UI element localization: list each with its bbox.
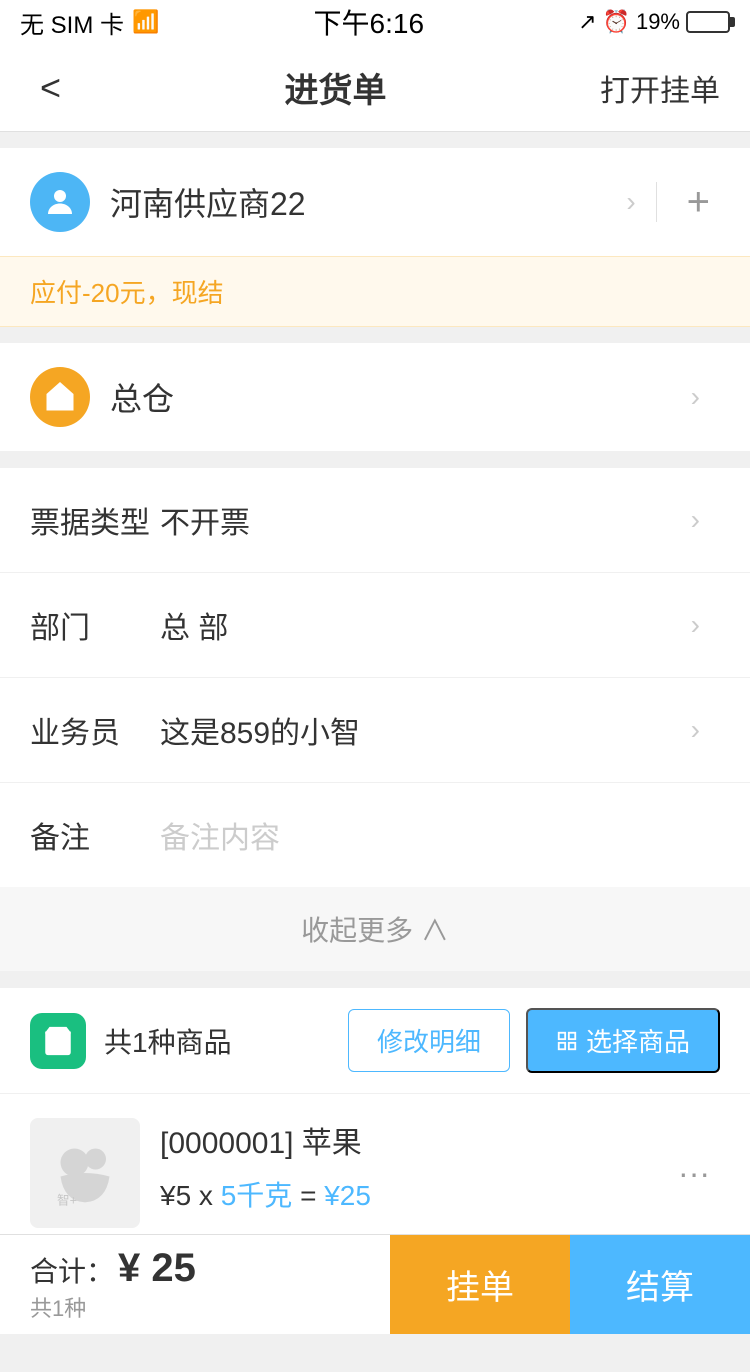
nav-bar: < 进货单 打开挂单	[0, 44, 750, 132]
salesman-label: 业务员	[30, 708, 160, 752]
product-title: 苹果	[302, 1127, 362, 1160]
bottom-bar: 合计： ¥ 25 共1种 挂单 结算	[0, 1234, 750, 1334]
alarm-icon: ⏰	[603, 9, 630, 35]
invoice-value: 不开票	[160, 498, 691, 542]
total-amount: ¥ 25	[118, 1246, 196, 1291]
product-code: [0000001]	[160, 1127, 302, 1160]
home-icon	[42, 379, 78, 415]
remark-label: 备注	[30, 813, 160, 857]
page-title: 进货单	[285, 63, 387, 112]
total-row: 合计： ¥ 25	[30, 1246, 360, 1291]
product-info: [0000001] 苹果 ¥5 x 5千克 = ¥25	[160, 1118, 668, 1214]
price-total: ¥25	[324, 1180, 371, 1211]
select-product-icon	[556, 1030, 578, 1052]
status-bar: 无 SIM 卡 📶 下午6:16 ↗ ⏰ 19%	[0, 0, 750, 44]
select-product-label: 选择商品	[586, 1022, 690, 1059]
status-right: ↗ ⏰ 19%	[578, 9, 730, 35]
warehouse-section: 总仓 ›	[0, 343, 750, 451]
person-icon	[42, 184, 78, 220]
department-label: 部门	[30, 603, 160, 647]
product-count-text: 共1种商品	[104, 1021, 348, 1061]
warehouse-icon	[30, 367, 90, 427]
product-placeholder-icon: 智+	[50, 1138, 120, 1208]
department-chevron-icon: ›	[691, 609, 700, 641]
department-row[interactable]: 部门 总 部 ›	[0, 572, 750, 677]
supplier-notice: 应付-20元，现结	[0, 256, 750, 327]
salesman-value: 这是859的小智	[160, 708, 691, 752]
invoice-chevron-icon: ›	[691, 504, 700, 536]
status-carrier: 无 SIM 卡 📶	[20, 5, 159, 40]
department-value: 总 部	[160, 603, 691, 647]
product-count-icon	[30, 1013, 86, 1069]
product-header: 共1种商品 修改明细 选择商品	[0, 987, 750, 1093]
open-hang-button[interactable]: 打开挂单	[600, 66, 720, 110]
battery-icon	[686, 11, 730, 33]
hang-button[interactable]: 挂单	[390, 1235, 570, 1334]
supplier-avatar	[30, 172, 90, 232]
price-qty: 5千克	[221, 1180, 293, 1211]
product-price: ¥5 x 5千克 = ¥25	[160, 1174, 668, 1214]
supplier-name: 河南供应商22	[110, 179, 626, 225]
section-gap-4	[0, 971, 750, 987]
warehouse-name: 总仓	[110, 374, 691, 420]
warehouse-row[interactable]: 总仓 ›	[0, 343, 750, 451]
add-supplier-button[interactable]: +	[677, 180, 720, 225]
back-button[interactable]: <	[30, 57, 71, 119]
svg-text:智+: 智+	[57, 1194, 77, 1208]
product-item: 智+ [0000001] 苹果 ¥5 x 5千克 = ¥25 ···	[0, 1093, 750, 1252]
select-product-button[interactable]: 选择商品	[526, 1008, 720, 1073]
product-thumbnail: 智+	[30, 1118, 140, 1228]
battery-percent: 19%	[636, 9, 680, 35]
settle-button[interactable]: 结算	[570, 1235, 750, 1334]
total-label: 合计：	[30, 1250, 114, 1290]
carrier-text: 无 SIM 卡	[20, 5, 124, 40]
supplier-divider	[656, 182, 657, 222]
supplier-chevron-icon: ›	[626, 186, 635, 218]
wifi-icon: 📶	[132, 9, 159, 35]
collapse-button[interactable]: 收起更多 ∧	[0, 887, 750, 971]
total-section: 合计： ¥ 25 共1种	[0, 1235, 390, 1334]
invoice-label: 票据类型	[30, 498, 160, 542]
salesman-chevron-icon: ›	[691, 714, 700, 746]
status-time: 下午6:16	[314, 2, 425, 42]
price-eq: =	[300, 1180, 324, 1211]
supplier-section: 河南供应商22 › + 应付-20元，现结	[0, 148, 750, 327]
supplier-row[interactable]: 河南供应商22 › +	[0, 148, 750, 256]
form-section: 票据类型 不开票 › 部门 总 部 › 业务员 这是859的小智 › 备注 备注…	[0, 467, 750, 887]
remark-input[interactable]: 备注内容	[160, 813, 720, 857]
section-gap-2	[0, 327, 750, 343]
salesman-row[interactable]: 业务员 这是859的小智 ›	[0, 677, 750, 782]
total-sub: 共1种	[30, 1291, 360, 1323]
cart-icon	[41, 1024, 75, 1058]
product-more-button[interactable]: ···	[668, 1155, 720, 1192]
invoice-row[interactable]: 票据类型 不开票 ›	[0, 467, 750, 572]
price-base: ¥5 x	[160, 1180, 221, 1211]
remark-row[interactable]: 备注 备注内容	[0, 782, 750, 887]
product-name: [0000001] 苹果	[160, 1118, 668, 1162]
edit-detail-button[interactable]: 修改明细	[348, 1009, 510, 1072]
section-gap-1	[0, 132, 750, 148]
location-icon: ↗	[578, 9, 596, 35]
section-gap-3	[0, 451, 750, 467]
warehouse-chevron-icon: ›	[691, 381, 700, 413]
